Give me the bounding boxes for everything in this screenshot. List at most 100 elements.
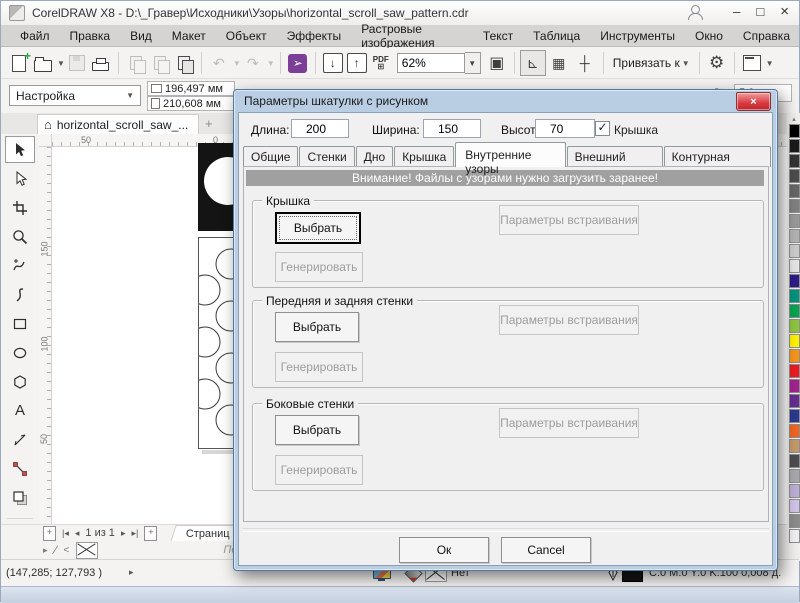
open-button[interactable] — [31, 51, 55, 75]
palette-expander-icon[interactable]: ▸ — [43, 545, 48, 556]
add-page-after-button[interactable]: + — [144, 525, 158, 541]
sign-in-icon[interactable] — [687, 4, 704, 20]
menu-file[interactable]: Файл — [11, 27, 59, 45]
tab-stenki[interactable]: Стенки — [299, 146, 355, 167]
menu-tools[interactable]: Инструменты — [591, 27, 684, 45]
document-tab[interactable]: ⌂ horizontal_scroll_saw_... — [37, 114, 199, 134]
dialog-close-button[interactable]: × — [736, 92, 771, 111]
palette-collapse-icon[interactable]: < — [64, 545, 70, 556]
tab-dno[interactable]: Дно — [355, 146, 394, 167]
tool-zoom[interactable] — [5, 223, 35, 250]
color-swatch[interactable] — [788, 364, 800, 378]
options-button[interactable]: ⚙ — [705, 51, 729, 75]
color-swatch[interactable] — [788, 184, 800, 198]
lid-select-button[interactable]: Выбрать — [275, 212, 361, 244]
menu-layout[interactable]: Макет — [163, 27, 215, 45]
color-swatch[interactable] — [788, 334, 800, 348]
color-swatch[interactable] — [788, 124, 800, 138]
color-swatch[interactable] — [788, 289, 800, 303]
color-swatch[interactable] — [788, 214, 800, 228]
ok-button[interactable]: Ок — [399, 537, 489, 563]
palette-scroll-up-icon[interactable]: ▴ — [792, 115, 796, 123]
tool-rectangle[interactable] — [5, 310, 35, 337]
color-swatch[interactable] — [788, 529, 800, 543]
front-back-select-button[interactable]: Выбрать — [275, 312, 359, 342]
menu-table[interactable]: Таблица — [524, 27, 589, 45]
print-button[interactable] — [89, 51, 113, 75]
eyedropper-icon[interactable]: ∕ — [55, 543, 57, 557]
page-preset-combo[interactable]: Настройка ▼ — [9, 85, 141, 106]
color-swatch[interactable] — [788, 304, 800, 318]
color-swatch[interactable] — [788, 394, 800, 408]
color-swatch[interactable] — [788, 454, 800, 468]
tab-vneshniy-kontur[interactable]: Внешний контур — [566, 146, 663, 178]
tool-freehand[interactable] — [5, 252, 35, 279]
tool-smart-drawing[interactable] — [5, 281, 35, 308]
color-swatch[interactable] — [788, 139, 800, 153]
page-height-field[interactable]: 210,608 мм — [147, 96, 235, 111]
color-swatch[interactable] — [788, 199, 800, 213]
side-embed-params-button[interactable]: Параметры встраивания — [499, 408, 639, 438]
color-swatch[interactable] — [788, 469, 800, 483]
fullscreen-preview-button[interactable]: ▣ — [485, 51, 509, 75]
color-swatch[interactable] — [788, 484, 800, 498]
coordinates-expander-icon[interactable]: ▸ — [129, 567, 134, 578]
snap-to-dropdown[interactable]: Привязать к ▼ — [609, 56, 694, 70]
color-swatch[interactable] — [788, 409, 800, 423]
tab-obshchie[interactable]: Общие — [243, 146, 299, 167]
show-guidelines-toggle[interactable]: ┼ — [572, 50, 598, 76]
length-input[interactable] — [291, 119, 349, 138]
color-swatch[interactable] — [788, 229, 800, 243]
save-button[interactable] — [65, 51, 89, 75]
search-content-button[interactable]: ➢ — [286, 51, 310, 75]
color-swatch[interactable] — [788, 349, 800, 363]
close-button[interactable]: × — [780, 4, 789, 20]
zoom-level-input[interactable] — [396, 53, 465, 73]
color-swatch[interactable] — [788, 439, 800, 453]
new-document-tab-button[interactable]: + — [205, 116, 213, 131]
show-rulers-toggle[interactable]: ⊾ — [519, 50, 546, 76]
zoom-dropdown[interactable]: ▼ — [464, 52, 481, 74]
add-page-before-button[interactable]: + — [43, 525, 56, 541]
color-swatch[interactable] — [788, 274, 800, 288]
color-swatch[interactable] — [788, 499, 800, 513]
color-swatch[interactable] — [788, 259, 800, 273]
side-select-button[interactable]: Выбрать — [275, 415, 359, 445]
last-page-button[interactable]: ▸| — [131, 528, 138, 539]
lid-embed-params-button[interactable]: Параметры встраивания — [499, 205, 639, 235]
tool-dimension[interactable] — [5, 426, 35, 453]
page-width-field[interactable]: 196,497 мм — [147, 81, 235, 96]
tool-crop[interactable] — [5, 194, 35, 221]
first-page-button[interactable]: |◂ — [62, 528, 69, 539]
tool-drop-shadow[interactable] — [5, 484, 35, 511]
cut-button[interactable] — [124, 51, 148, 75]
maximize-button[interactable]: □ — [756, 4, 764, 20]
tool-text[interactable]: A — [5, 397, 35, 424]
color-swatch[interactable] — [788, 319, 800, 333]
color-swatch[interactable] — [788, 169, 800, 183]
tool-polygon[interactable] — [5, 368, 35, 395]
artwork-pattern-strip[interactable] — [189, 237, 247, 449]
color-swatch[interactable] — [788, 514, 800, 528]
vertical-ruler[interactable] — [39, 147, 52, 561]
lid-checkbox[interactable]: ✓ — [595, 121, 610, 136]
redo-dropdown[interactable]: ▼ — [267, 59, 275, 68]
import-button[interactable]: ↓ — [321, 51, 345, 75]
next-page-button[interactable]: ▸ — [121, 528, 126, 539]
side-generate-button[interactable]: Генерировать — [275, 455, 363, 485]
minimize-button[interactable]: – — [733, 4, 740, 20]
width-input[interactable] — [423, 119, 481, 138]
front-back-generate-button[interactable]: Генерировать — [275, 352, 363, 382]
tool-ellipse[interactable] — [5, 339, 35, 366]
front-back-embed-params-button[interactable]: Параметры встраивания — [499, 305, 639, 335]
color-swatch[interactable] — [788, 379, 800, 393]
menu-bitmaps[interactable]: Растровые изображения — [352, 20, 472, 52]
color-swatch[interactable] — [788, 424, 800, 438]
tab-kryshka[interactable]: Крышка — [394, 146, 455, 167]
menu-help[interactable]: Справка — [734, 27, 799, 45]
cancel-button[interactable]: Cancel — [501, 537, 591, 563]
paste-button[interactable] — [172, 51, 196, 75]
menu-edit[interactable]: Правка — [61, 27, 120, 45]
lid-generate-button[interactable]: Генерировать — [275, 252, 363, 282]
tab-konturnaya-kryshka[interactable]: Контурная крышка — [663, 146, 771, 178]
